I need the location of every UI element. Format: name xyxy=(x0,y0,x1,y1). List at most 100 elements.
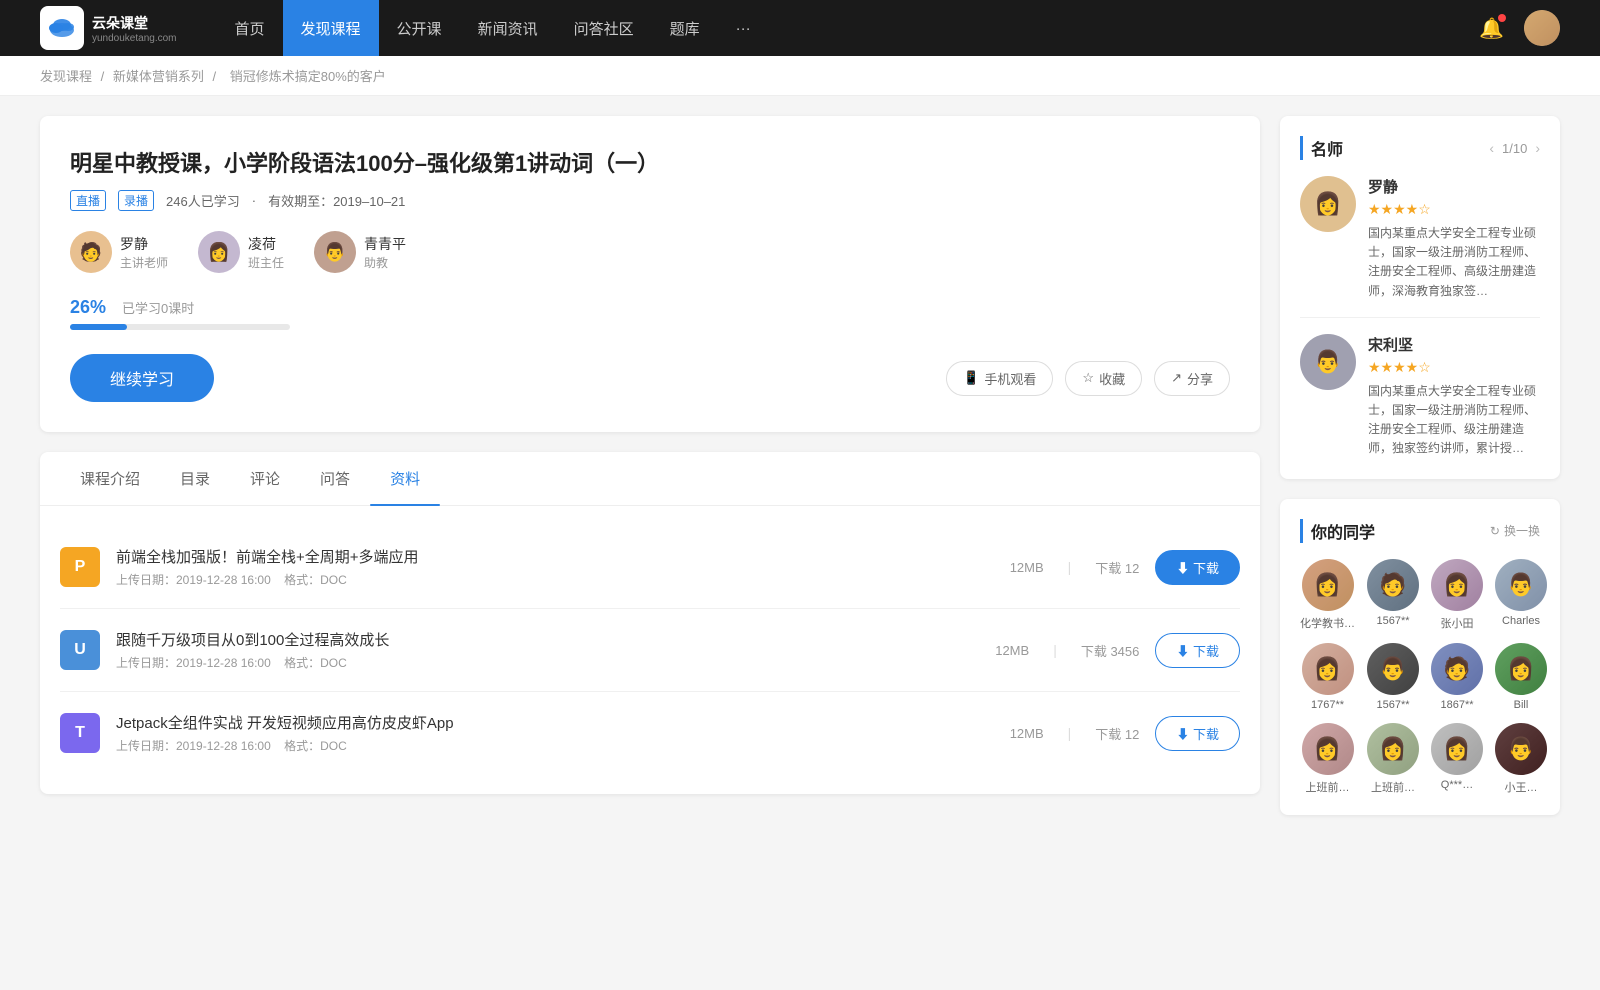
course-card: 明星中教授课，小学阶段语法100分–强化级第1讲动词（一） 直播 录播 246人… xyxy=(40,116,1260,432)
classmate-avatar-5: 👩 xyxy=(1302,643,1354,695)
nav-item-open[interactable]: 公开课 xyxy=(379,0,460,56)
navbar: 云朵课堂 yundouketang.com 首页 发现课程 公开课 新闻资讯 问… xyxy=(0,0,1600,56)
teacher-panel-title: 名师 xyxy=(1300,136,1343,160)
resource-info-3: Jetpack全组件实战 开发短视频应用高仿皮皮虾App 上传日期：2019-1… xyxy=(116,712,994,754)
badge-live: 直播 xyxy=(70,190,106,211)
tab-qa[interactable]: 问答 xyxy=(300,452,370,505)
resource-size-2: 12MB xyxy=(995,643,1029,658)
classmate-2[interactable]: 🧑 1567** xyxy=(1367,559,1419,631)
teacher-card-info-2: 宋利坚 ★★★★☆ 国内某重点大学安全工程专业硕士，国家一级注册消防工程师、注册… xyxy=(1368,334,1540,459)
classmate-avatar-2: 🧑 xyxy=(1367,559,1419,611)
notification-dot xyxy=(1498,14,1506,22)
teacher-next-button[interactable]: › xyxy=(1535,140,1540,156)
teacher-card-name-2: 宋利坚 xyxy=(1368,334,1540,355)
resource-dl-3: 下载 12 xyxy=(1095,724,1139,743)
classmate-name-9: 上班前… xyxy=(1306,779,1350,795)
continue-learning-button[interactable]: 继续学习 xyxy=(70,354,214,402)
teacher-page: 1/10 xyxy=(1502,141,1527,156)
classmate-name-5: 1767** xyxy=(1311,699,1344,711)
tabs-section: 课程介绍 目录 评论 问答 资料 P 前端全栈加强版！前端全栈+全周期+多端应用… xyxy=(40,452,1260,794)
classmate-name-8: Bill xyxy=(1514,699,1529,711)
progress-bar-bg xyxy=(70,324,290,330)
teacher-info-3: 青青平 助教 xyxy=(364,234,406,271)
teacher-info-2: 凌荷 班主任 xyxy=(248,234,284,271)
badge-record: 录播 xyxy=(118,190,154,211)
breadcrumb-discover[interactable]: 发现课程 xyxy=(40,69,92,84)
classmate-avatar-11: 👩 xyxy=(1431,723,1483,775)
progress-learned: 已学习0课时 xyxy=(122,298,194,317)
classmate-7[interactable]: 🧑 1867** xyxy=(1431,643,1483,711)
classmate-10[interactable]: 👩 上班前… xyxy=(1367,723,1419,795)
nav-item-more[interactable]: ··· xyxy=(718,0,769,56)
classmates-panel-title: 你的同学 xyxy=(1300,519,1375,543)
meta-separator: · xyxy=(252,193,256,208)
resource-name-3: Jetpack全组件实战 开发短视频应用高仿皮皮虾App xyxy=(116,712,994,733)
action-buttons: 📱 手机观看 ☆ 收藏 ↗ 分享 xyxy=(946,361,1230,396)
nav-item-news[interactable]: 新闻资讯 xyxy=(460,0,556,56)
nav-logo[interactable]: 云朵课堂 yundouketang.com xyxy=(40,6,177,50)
classmate-6[interactable]: 👨 1567** xyxy=(1367,643,1419,711)
course-title: 明星中教授课，小学阶段语法100分–强化级第1讲动词（一） xyxy=(70,146,1230,178)
classmate-avatar-3: 👩 xyxy=(1431,559,1483,611)
classmate-1[interactable]: 👩 化学教书… xyxy=(1300,559,1355,631)
download-button-2[interactable]: ⬇ 下载 xyxy=(1155,633,1240,668)
classmate-avatar-7: 🧑 xyxy=(1431,643,1483,695)
share-icon: ↗ xyxy=(1171,370,1182,386)
classmate-12[interactable]: 👨 小王… xyxy=(1495,723,1547,795)
classmate-9[interactable]: 👩 上班前… xyxy=(1300,723,1355,795)
resource-name-1: 前端全栈加强版！前端全栈+全周期+多端应用 xyxy=(116,546,994,567)
share-button[interactable]: ↗ 分享 xyxy=(1154,361,1230,396)
teacher-avatar-2: 👩 xyxy=(198,231,240,273)
nav-item-qa[interactable]: 问答社区 xyxy=(556,0,652,56)
teachers-list: 🧑 罗静 主讲老师 👩 凌荷 班主任 👨 青青平 xyxy=(70,231,1230,273)
teacher-luojing: 🧑 罗静 主讲老师 xyxy=(70,231,168,273)
classmate-name-1: 化学教书… xyxy=(1300,615,1355,631)
classmate-4[interactable]: 👨 Charles xyxy=(1495,559,1547,631)
mobile-icon: 📱 xyxy=(963,370,979,386)
classmate-5[interactable]: 👩 1767** xyxy=(1300,643,1355,711)
teacher-info-1: 罗静 主讲老师 xyxy=(120,234,168,271)
progress-section: 26% 已学习0课时 xyxy=(70,297,1230,330)
course-actions: 继续学习 📱 手机观看 ☆ 收藏 ↗ 分享 xyxy=(70,354,1230,402)
classmate-name-7: 1867** xyxy=(1440,699,1473,711)
teacher-prev-button[interactable]: ‹ xyxy=(1489,140,1494,156)
classmates-panel: 你的同学 ↻ 换一换 👩 化学教书… 🧑 1567** 👩 张小田 xyxy=(1280,499,1560,815)
tab-content-resources: P 前端全栈加强版！前端全栈+全周期+多端应用 上传日期：2019-12-28 … xyxy=(40,506,1260,794)
mobile-watch-button[interactable]: 📱 手机观看 xyxy=(946,361,1053,396)
breadcrumb-series[interactable]: 新媒体营销系列 xyxy=(113,69,204,84)
teacher-card-1: 👩 罗静 ★★★★☆ 国内某重点大学安全工程专业硕士，国家一级注册消防工程师、注… xyxy=(1300,176,1540,318)
download-button-1[interactable]: ⬇ 下载 xyxy=(1155,550,1240,585)
tab-resources[interactable]: 资料 xyxy=(370,452,440,505)
nav-item-home[interactable]: 首页 xyxy=(217,0,283,56)
classmate-8[interactable]: 👩 Bill xyxy=(1495,643,1547,711)
user-avatar[interactable] xyxy=(1524,10,1560,46)
classmate-11[interactable]: 👩 Q***… xyxy=(1431,723,1483,795)
teacher-card-desc-2: 国内某重点大学安全工程专业硕士，国家一级注册消防工程师、注册安全工程师、级注册建… xyxy=(1368,382,1540,459)
classmates-grid: 👩 化学教书… 🧑 1567** 👩 张小田 👨 Charles 👩 xyxy=(1300,559,1540,795)
classmate-name-12: 小王… xyxy=(1505,779,1538,795)
nav-item-discover[interactable]: 发现课程 xyxy=(283,0,379,56)
download-button-3[interactable]: ⬇ 下载 xyxy=(1155,716,1240,751)
classmate-name-11: Q***… xyxy=(1441,779,1473,791)
classmate-name-6: 1567** xyxy=(1376,699,1409,711)
tab-comments[interactable]: 评论 xyxy=(230,452,300,505)
teacher-panel: 名师 ‹ 1/10 › 👩 罗静 ★★★★☆ 国内某重点大学安全工程专业硕士 xyxy=(1280,116,1560,479)
resource-meta-1: 上传日期：2019-12-28 16:00 格式：DOC xyxy=(116,571,994,588)
tabs-header: 课程介绍 目录 评论 问答 资料 xyxy=(40,452,1260,506)
collect-button[interactable]: ☆ 收藏 xyxy=(1065,361,1142,396)
star-icon: ☆ xyxy=(1082,370,1094,386)
classmate-3[interactable]: 👩 张小田 xyxy=(1431,559,1483,631)
classmate-name-4: Charles xyxy=(1502,615,1540,627)
classmate-avatar-9: 👩 xyxy=(1302,723,1354,775)
teacher-linghe: 👩 凌荷 班主任 xyxy=(198,231,284,273)
teacher-avatar-1: 🧑 xyxy=(70,231,112,273)
tab-intro[interactable]: 课程介绍 xyxy=(60,452,160,505)
tab-catalog[interactable]: 目录 xyxy=(160,452,230,505)
progress-percent: 26% xyxy=(70,297,106,318)
nav-item-quiz[interactable]: 题库 xyxy=(652,0,718,56)
resource-item-2: U 跟随千万级项目从0到100全过程高效成长 上传日期：2019-12-28 1… xyxy=(60,609,1240,692)
notification-bell[interactable]: 🔔 xyxy=(1479,16,1504,41)
refresh-classmates-button[interactable]: ↻ 换一换 xyxy=(1490,522,1540,539)
teacher-card-2: 👨 宋利坚 ★★★★☆ 国内某重点大学安全工程专业硕士，国家一级注册消防工程师、… xyxy=(1300,334,1540,459)
classmate-avatar-6: 👨 xyxy=(1367,643,1419,695)
